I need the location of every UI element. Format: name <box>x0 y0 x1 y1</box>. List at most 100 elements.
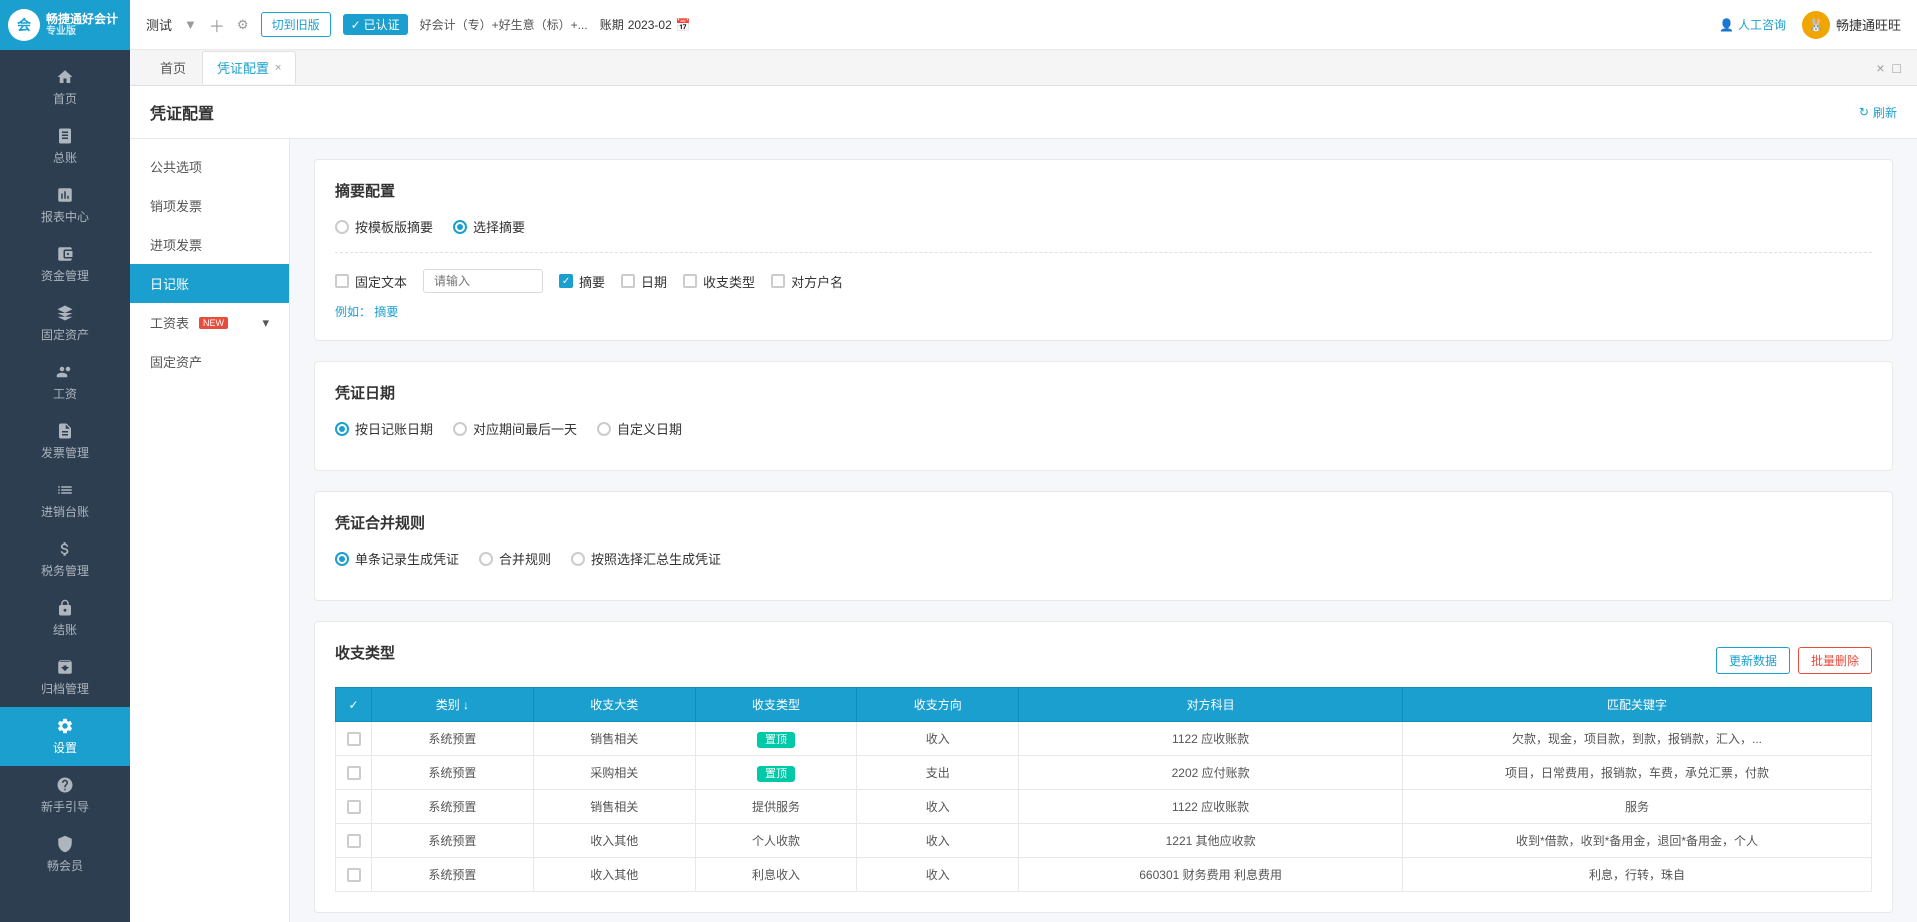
row-checkbox-cell[interactable] <box>336 858 372 892</box>
close-window-button[interactable]: × <box>1876 60 1884 76</box>
settings-icon[interactable]: ⚙ <box>237 17 249 33</box>
status-tag[interactable]: 置顶 <box>757 766 795 782</box>
row-checkbox-cell[interactable] <box>336 824 372 858</box>
sidebar-item-purchase[interactable]: 进销台账 <box>0 471 130 530</box>
maximize-window-button[interactable]: □ <box>1893 60 1901 76</box>
radio-period-last-circle <box>453 422 467 436</box>
sidebar-item-guide[interactable]: 新手引导 <box>0 766 130 825</box>
th-main-type: 收支大类 <box>533 688 695 722</box>
checkbox-summary[interactable]: ✓ 摘要 <box>559 272 605 291</box>
sidebar: 会 畅捷通好会计 专业版 首页 总账 报表中心 资金管理 固定资产 工资 <box>0 0 130 922</box>
checkbox-summary-box: ✓ <box>559 274 573 288</box>
sidebar-item-archive[interactable]: 归档管理 <box>0 648 130 707</box>
row-checkbox[interactable] <box>347 800 361 814</box>
checkbox-date[interactable]: 日期 <box>621 272 667 291</box>
checkbox-fixed-text[interactable]: 固定文本 <box>335 272 407 291</box>
left-nav-payroll[interactable]: 工资表 NEW ▾ <box>130 303 289 342</box>
summary-section: 摘要配置 按模板版摘要 选择摘要 <box>314 159 1893 341</box>
row-checkbox[interactable] <box>347 732 361 746</box>
th-checkbox[interactable]: ✓ <box>336 688 372 722</box>
sidebar-item-tax[interactable]: 税务管理 <box>0 530 130 589</box>
radio-diary-date[interactable]: 按日记账日期 <box>335 419 433 438</box>
radio-custom-date[interactable]: 自定义日期 <box>597 419 682 438</box>
row-direction: 收入 <box>857 824 1019 858</box>
status-tag[interactable]: 置顶 <box>757 732 795 748</box>
content-body: 公共选项 销项发票 进项发票 日记账 工资表 NEW ▾ 固定资产 <box>130 139 1917 922</box>
left-nav-fixed-asset[interactable]: 固定资产 <box>130 342 289 381</box>
row-main-type: 销售相关 <box>533 722 695 756</box>
sidebar-item-asset[interactable]: 固定资产 <box>0 294 130 353</box>
fixed-text-input[interactable] <box>423 269 543 293</box>
left-nav-sales[interactable]: 销项发票 <box>130 186 289 225</box>
table-row: 系统预置收入其他利息收入收入660301 财务费用 利息费用利息，行转，珠自 <box>336 858 1872 892</box>
sidebar-item-invoice[interactable]: 发票管理 <box>0 412 130 471</box>
switch-version-button[interactable]: 切到旧版 <box>261 12 331 37</box>
user-profile[interactable]: 🐰 畅捷通旺旺 <box>1802 11 1901 39</box>
refresh-icon: ↻ <box>1859 105 1869 119</box>
sidebar-item-close[interactable]: 结账 <box>0 589 130 648</box>
row-checkbox-cell[interactable] <box>336 790 372 824</box>
calendar-icon[interactable]: 📅 <box>676 18 691 32</box>
row-main-type: 收入其他 <box>533 858 695 892</box>
sidebar-item-general[interactable]: 总账 <box>0 117 130 176</box>
row-checkbox[interactable] <box>347 766 361 780</box>
row-counterpart: 1221 其他应收款 <box>1019 824 1403 858</box>
table-row: 系统预置销售相关提供服务收入1122 应收账款服务 <box>336 790 1872 824</box>
checkbox-counterpart-box <box>771 274 785 288</box>
checkbox-date-box <box>621 274 635 288</box>
row-direction: 支出 <box>857 756 1019 790</box>
row-checkbox-cell[interactable] <box>336 756 372 790</box>
support-button[interactable]: 👤 人工咨询 <box>1719 16 1786 33</box>
checkbox-counterpart[interactable]: 对方户名 <box>771 272 843 291</box>
th-sub-type: 收支类型 <box>695 688 857 722</box>
merge-section: 凭证合并规则 单条记录生成凭证 合并规则 按照选择汇总生成凭证 <box>314 491 1893 601</box>
radio-merge-rule[interactable]: 合并规则 <box>479 549 551 568</box>
radio-template[interactable]: 按模板版摘要 <box>335 217 433 236</box>
th-counterpart: 对方科目 <box>1019 688 1403 722</box>
sidebar-item-settings[interactable]: 设置 <box>0 707 130 766</box>
summary-radio-group: 按模板版摘要 选择摘要 <box>335 217 1872 236</box>
sidebar-item-home[interactable]: 首页 <box>0 58 130 117</box>
radio-custom-date-circle <box>597 422 611 436</box>
update-data-button[interactable]: 更新数据 <box>1716 647 1790 674</box>
page-header: 凭证配置 ↻ 刷新 <box>130 86 1917 139</box>
row-checkbox[interactable] <box>347 834 361 848</box>
row-counterpart: 1122 应收账款 <box>1019 790 1403 824</box>
radio-select-summary[interactable]: 按照选择汇总生成凭证 <box>571 549 721 568</box>
company-name: 测试 <box>146 15 172 34</box>
table-row: 系统预置采购相关置顶支出2202 应付账款项目，日常费用，报销款，车费，承兑汇票… <box>336 756 1872 790</box>
radio-period-last[interactable]: 对应期间最后一天 <box>453 419 577 438</box>
table-header-row: 收支类型 更新数据 批量删除 <box>335 642 1872 679</box>
table-actions: 更新数据 批量删除 <box>1716 647 1872 674</box>
merge-radio-group: 单条记录生成凭证 合并规则 按照选择汇总生成凭证 <box>335 549 1872 568</box>
refresh-button[interactable]: ↻ 刷新 <box>1859 104 1897 121</box>
select-all-checkbox[interactable]: ✓ <box>347 698 361 712</box>
tab-home[interactable]: 首页 <box>146 52 200 83</box>
row-keyword: 利息，行转，珠自 <box>1403 858 1872 892</box>
content-area: 凭证配置 ↻ 刷新 公共选项 销项发票 进项发票 日记账 <box>130 86 1917 922</box>
checkbox-type[interactable]: 收支类型 <box>683 272 755 291</box>
left-nav-purchase-inv[interactable]: 进项发票 <box>130 225 289 264</box>
row-checkbox[interactable] <box>347 868 361 882</box>
left-nav-public[interactable]: 公共选项 <box>130 147 289 186</box>
company-dropdown-icon[interactable]: ▼ <box>184 17 197 32</box>
radio-single[interactable]: 单条记录生成凭证 <box>335 549 459 568</box>
sidebar-item-finance[interactable]: 资金管理 <box>0 235 130 294</box>
th-category[interactable]: 类别 ↓ <box>372 688 534 722</box>
add-icon[interactable]: ＋ <box>209 13 225 37</box>
tab-close-icon[interactable]: × <box>275 62 281 74</box>
sidebar-item-member[interactable]: 畅会员 <box>0 825 130 884</box>
topbar-right: 👤 人工咨询 🐰 畅捷通旺旺 <box>1719 11 1901 39</box>
radio-merge-rule-circle <box>479 552 493 566</box>
sidebar-item-salary[interactable]: 工资 <box>0 353 130 412</box>
left-nav-diary[interactable]: 日记账 <box>130 264 289 303</box>
chevron-down-icon: ▾ <box>262 315 269 331</box>
period-label: 账期 2023-02 📅 <box>600 16 691 33</box>
th-keyword: 匹配关键字 <box>1403 688 1872 722</box>
batch-delete-button[interactable]: 批量删除 <box>1798 647 1872 674</box>
row-checkbox-cell[interactable] <box>336 722 372 756</box>
tab-voucher[interactable]: 凭证配置 × <box>202 51 296 84</box>
sidebar-item-report[interactable]: 报表中心 <box>0 176 130 235</box>
th-direction: 收支方向 <box>857 688 1019 722</box>
radio-choose[interactable]: 选择摘要 <box>453 217 525 236</box>
